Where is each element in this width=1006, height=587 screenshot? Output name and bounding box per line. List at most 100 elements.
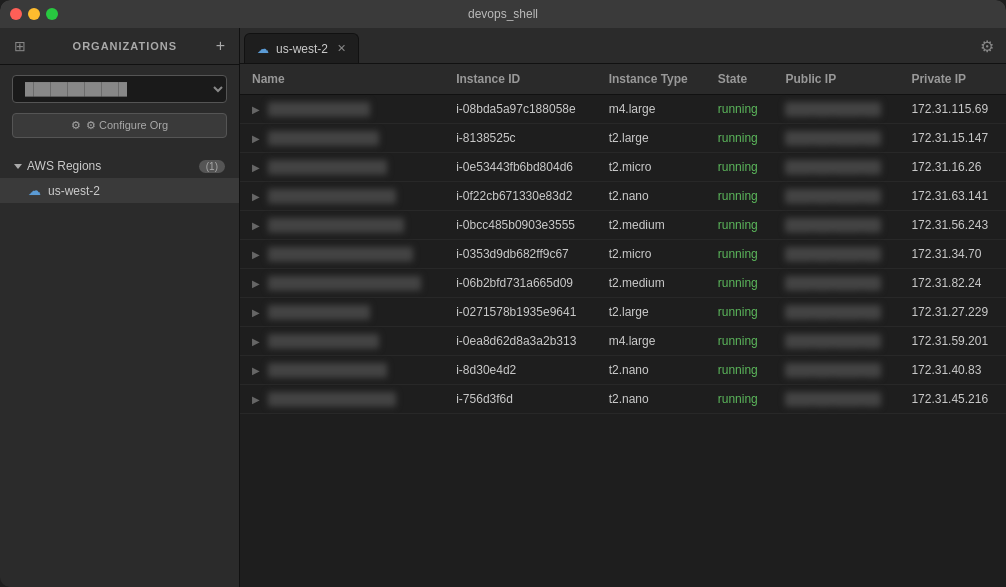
- cell-instance-type: t2.medium: [597, 211, 706, 240]
- cell-instance-id: i-0e53443fb6bd804d6: [444, 153, 596, 182]
- row-expander-icon[interactable]: ▶: [252, 162, 260, 173]
- cell-public-ip: ███.██.███.██: [773, 124, 899, 153]
- table-row[interactable]: ▶ ██████████████████ i-06b2bfd731a665d09t2…: [240, 269, 1006, 298]
- row-expander-icon[interactable]: ▶: [252, 191, 260, 202]
- cell-private-ip: 172.31.45.216: [899, 385, 1006, 414]
- configure-org-button[interactable]: ⚙ ⚙ Configure Org: [12, 113, 227, 138]
- cell-name: ▶███████████████: [240, 182, 444, 211]
- instance-name: ████████████: [268, 305, 370, 319]
- state-badge: running: [718, 102, 758, 116]
- table-row[interactable]: ▶███████████████i-756d3f6dt2.nanorunning…: [240, 385, 1006, 414]
- table-row[interactable]: ▶█████████████i-8138525ct2.largerunning█…: [240, 124, 1006, 153]
- instance-name: ██████████████: [268, 160, 387, 174]
- table-body: ▶████████████i-08bda5a97c188058em4.large…: [240, 95, 1006, 414]
- region-item-us-west-2[interactable]: ☁ us-west-2: [0, 178, 239, 203]
- table-row[interactable]: ▶ ██████████████ i-0e53443fb6bd804d6t2.mic…: [240, 153, 1006, 182]
- tab-label: us-west-2: [276, 42, 328, 56]
- instance-name: ████████████████: [268, 218, 404, 232]
- cell-state: running: [706, 269, 774, 298]
- tab-bar: ☁ us-west-2 ✕ ⚙: [240, 28, 1006, 64]
- public-ip-value: ███.██.███.██: [785, 189, 880, 203]
- cell-public-ip: ███.██.███.██: [773, 327, 899, 356]
- cell-name: ▶█████████████: [240, 124, 444, 153]
- table-row[interactable]: ▶█████████████████i-0353d9db682ff9c67t2.…: [240, 240, 1006, 269]
- row-expander-icon[interactable]: ▶: [252, 336, 260, 347]
- table-row[interactable]: ▶█████████████i-0ea8d62d8a3a2b313m4.larg…: [240, 327, 1006, 356]
- aws-regions-toggle[interactable]: AWS Regions (1): [0, 154, 239, 178]
- col-header-instance-id: Instance ID: [444, 64, 596, 95]
- state-badge: running: [718, 334, 758, 348]
- instance-name: ██████████████████: [268, 276, 421, 290]
- cell-instance-type: t2.large: [597, 298, 706, 327]
- row-expander-icon[interactable]: ▶: [252, 104, 260, 115]
- titlebar: devops_shell: [0, 0, 1006, 28]
- row-expander-icon[interactable]: ▶: [252, 394, 260, 405]
- org-selector-container: ████████████: [12, 75, 227, 103]
- traffic-lights: [10, 8, 58, 20]
- window-title: devops_shell: [468, 7, 538, 21]
- cell-name: ▶█████████████: [240, 327, 444, 356]
- cell-state: running: [706, 356, 774, 385]
- state-badge: running: [718, 392, 758, 406]
- cell-private-ip: 172.31.59.201: [899, 327, 1006, 356]
- cell-private-ip: 172.31.16.26: [899, 153, 1006, 182]
- cell-state: running: [706, 211, 774, 240]
- cell-public-ip: ███.██.███.██: [773, 356, 899, 385]
- state-badge: running: [718, 131, 758, 145]
- cell-state: running: [706, 124, 774, 153]
- gear-icon: ⚙: [71, 119, 81, 132]
- cell-instance-type: t2.micro: [597, 240, 706, 269]
- cell-public-ip: ███.██.███.██: [773, 153, 899, 182]
- instances-table-container: Name Instance ID Instance Type State Pub…: [240, 64, 1006, 587]
- instance-name: ████████████: [268, 102, 370, 116]
- maximize-button[interactable]: [46, 8, 58, 20]
- cell-instance-type: t2.micro: [597, 153, 706, 182]
- row-expander-icon[interactable]: ▶: [252, 365, 260, 376]
- table-row[interactable]: ▶███████████████i-0f22cb671330e83d2t2.na…: [240, 182, 1006, 211]
- public-ip-value: ███.██.███.██: [785, 305, 880, 319]
- cell-private-ip: 172.31.27.229: [899, 298, 1006, 327]
- table-row[interactable]: ▶████████████i-08bda5a97c188058em4.large…: [240, 95, 1006, 124]
- main-content: ☁ us-west-2 ✕ ⚙ Name Instance ID Instanc…: [240, 28, 1006, 587]
- table-row[interactable]: ▶██████████████i-8d30e4d2t2.nanorunning█…: [240, 356, 1006, 385]
- sidebar: ⊞ ORGANIZATIONS + ████████████ ⚙ ⚙ Confi…: [0, 28, 240, 587]
- col-header-private-ip: Private IP: [899, 64, 1006, 95]
- cell-instance-id: i-0ea8d62d8a3a2b313: [444, 327, 596, 356]
- minimize-button[interactable]: [28, 8, 40, 20]
- cell-public-ip: ███.██.███.██: [773, 240, 899, 269]
- cell-instance-id: i-0bcc485b0903e3555: [444, 211, 596, 240]
- org-dropdown[interactable]: ████████████: [12, 75, 227, 103]
- close-button[interactable]: [10, 8, 22, 20]
- table-row[interactable]: ▶████████████i-0271578b1935e9641t2.large…: [240, 298, 1006, 327]
- public-ip-value: ███.██.███.██: [785, 218, 880, 232]
- row-expander-icon[interactable]: ▶: [252, 133, 260, 144]
- row-expander-icon[interactable]: ▶: [252, 307, 260, 318]
- cell-instance-type: t2.nano: [597, 385, 706, 414]
- cell-instance-type: t2.medium: [597, 269, 706, 298]
- table-header: Name Instance ID Instance Type State Pub…: [240, 64, 1006, 95]
- app-body: ⊞ ORGANIZATIONS + ████████████ ⚙ ⚙ Confi…: [0, 28, 1006, 587]
- add-org-button[interactable]: +: [216, 38, 225, 54]
- cell-public-ip: ███.██.███.██: [773, 95, 899, 124]
- cell-private-ip: 172.31.56.243: [899, 211, 1006, 240]
- tab-us-west-2[interactable]: ☁ us-west-2 ✕: [244, 33, 359, 63]
- tab-close-icon[interactable]: ✕: [337, 42, 346, 55]
- configure-org-label: ⚙ Configure Org: [86, 119, 168, 132]
- cell-private-ip: 172.31.15.147: [899, 124, 1006, 153]
- cell-instance-id: i-8d30e4d2: [444, 356, 596, 385]
- cell-name: ▶ ██████████████: [240, 153, 444, 182]
- settings-gear-icon[interactable]: ⚙: [980, 36, 994, 55]
- cell-instance-id: i-06b2bfd731a665d09: [444, 269, 596, 298]
- cell-state: running: [706, 298, 774, 327]
- cell-state: running: [706, 182, 774, 211]
- public-ip-value: ███.██.███.██: [785, 392, 880, 406]
- cell-private-ip: 172.31.40.83: [899, 356, 1006, 385]
- row-expander-icon[interactable]: ▶: [252, 249, 260, 260]
- sidebar-title: ORGANIZATIONS: [73, 40, 177, 52]
- public-ip-value: ███.██.███.██: [785, 160, 880, 174]
- row-expander-icon[interactable]: ▶: [252, 278, 260, 289]
- cell-instance-type: m4.large: [597, 327, 706, 356]
- table-row[interactable]: ▶ ████████████████ i-0bcc485b0903e3555t2.m…: [240, 211, 1006, 240]
- row-expander-icon[interactable]: ▶: [252, 220, 260, 231]
- state-badge: running: [718, 363, 758, 377]
